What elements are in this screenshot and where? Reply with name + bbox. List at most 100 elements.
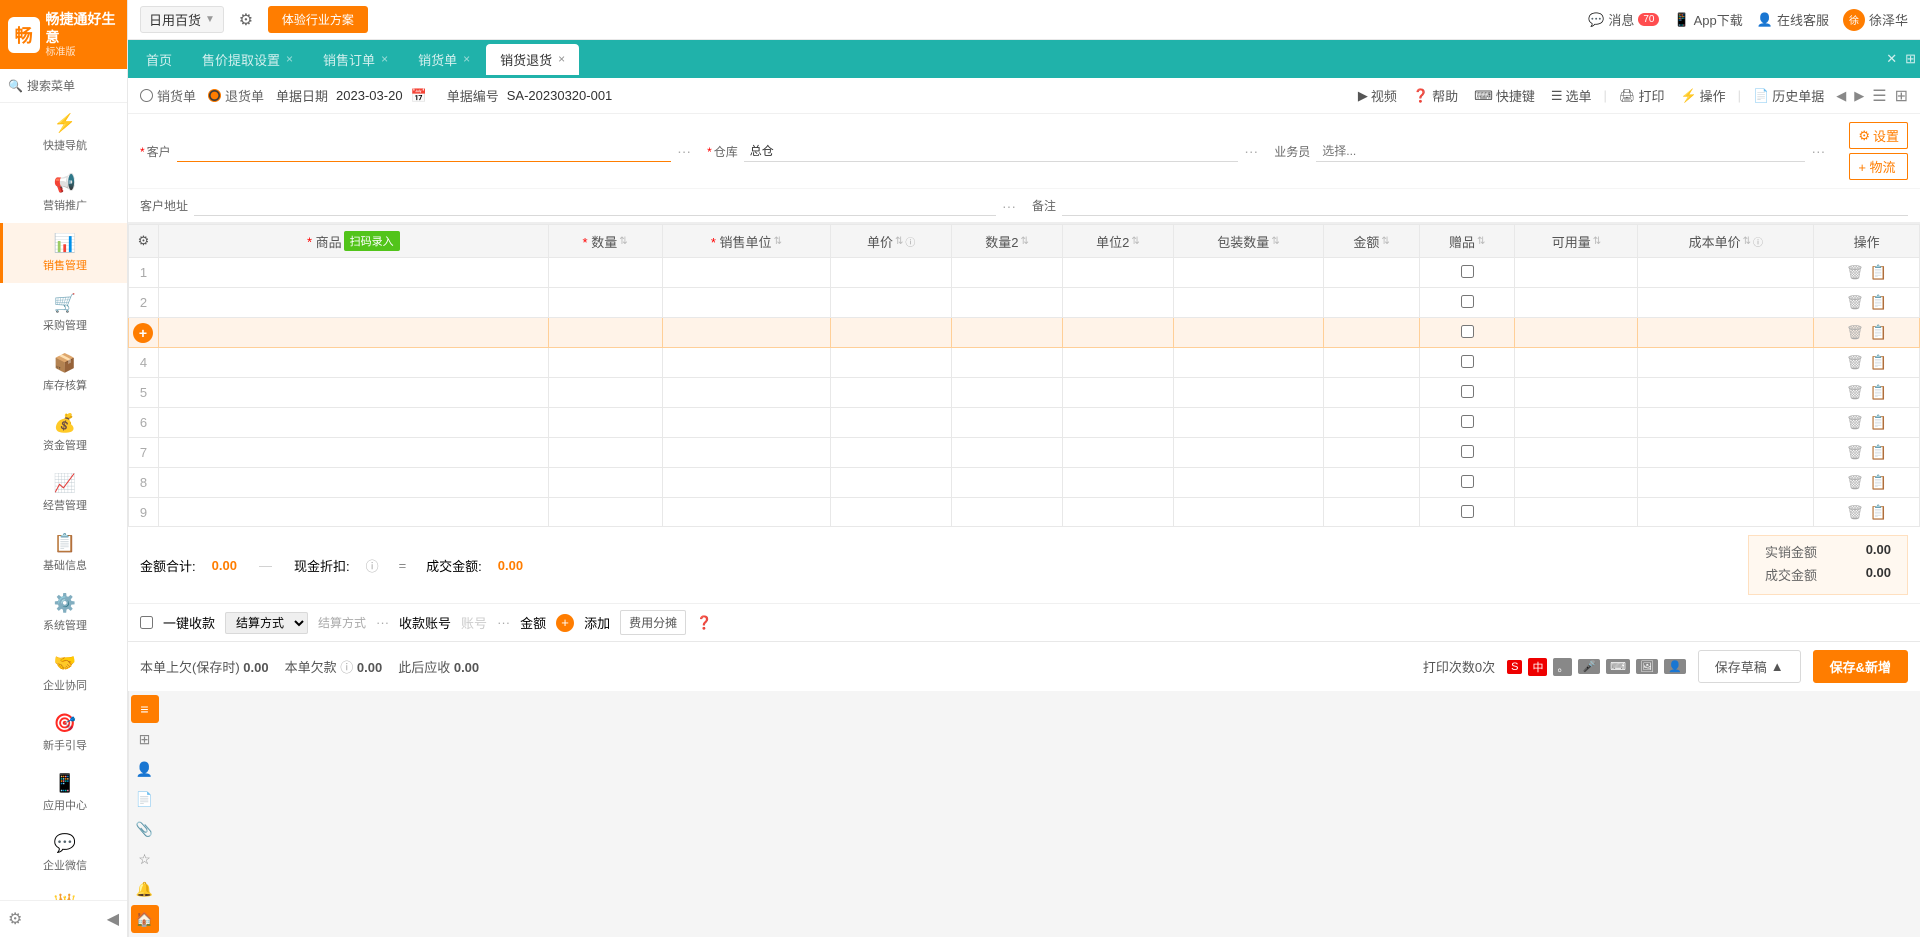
tab-close-all-icon[interactable]: ✕ (1886, 51, 1897, 67)
ime-icon-mic[interactable]: 🎤 (1578, 659, 1600, 674)
sidebar-item-enterprise[interactable]: 🤝 企业协同 (0, 643, 127, 703)
unit-sort[interactable]: 销售单位 ⇅ (720, 232, 782, 251)
delete-icon[interactable]: 🗑 (1846, 384, 1864, 401)
save-draft-btn[interactable]: 保存草稿 ▲ (1698, 650, 1801, 683)
amount-cell[interactable] (1324, 258, 1420, 288)
toolbar-help-btn[interactable]: ❓ 帮助 (1409, 84, 1462, 107)
nav-prev-icon[interactable]: ◀ (1836, 88, 1846, 104)
address-input[interactable] (194, 195, 996, 216)
toolbar-print-btn[interactable]: 🖨 打印 (1615, 84, 1669, 107)
experience-btn[interactable]: 体验行业方案 (268, 6, 368, 33)
unit-cell[interactable] (662, 318, 831, 348)
close-icon[interactable]: × (286, 52, 293, 66)
toolbar-select-btn[interactable]: ☰ 选单 (1547, 84, 1596, 107)
radio-return[interactable]: 退货单 (208, 86, 264, 105)
cost-cell[interactable] (1638, 258, 1814, 288)
available-cell[interactable] (1515, 288, 1638, 318)
close-icon[interactable]: × (558, 52, 565, 66)
split-btn[interactable]: 费用分摊 (620, 610, 686, 635)
sidebar-item-vip[interactable]: 👑 畅会员 (0, 883, 127, 900)
nav-next-icon[interactable]: ▶ (1854, 88, 1864, 104)
delete-icon[interactable]: 🗑 (1846, 474, 1864, 491)
available-cell[interactable] (1515, 318, 1638, 348)
rpanel-icon-doc[interactable]: 📄 (131, 785, 159, 813)
product-cell[interactable] (159, 258, 549, 288)
rpanel-icon-home[interactable]: 🏠 (131, 905, 159, 933)
gift-sort[interactable]: 赠品 ⇅ (1449, 232, 1485, 251)
sidebar-item-guide[interactable]: 🎯 新手引导 (0, 703, 127, 763)
split-help-icon[interactable]: ❓ (696, 615, 712, 631)
col-header-settings[interactable]: ⚙ (129, 225, 159, 258)
tab-sale-price[interactable]: 售价提取设置 × (188, 44, 307, 75)
product-cell[interactable] (159, 288, 549, 318)
ime-icon-zh[interactable]: 中 (1528, 658, 1547, 676)
amount-cell[interactable] (1324, 318, 1420, 348)
sidebar-item-inventory[interactable]: 📦 库存核算 (0, 343, 127, 403)
calc-method-select[interactable]: 结算方式 (225, 612, 308, 634)
add-payment-btn[interactable]: + (556, 614, 574, 632)
ime-icon-punc[interactable]: 。 (1553, 658, 1572, 676)
unit2-cell[interactable] (1062, 318, 1173, 348)
tab-menu-icon[interactable]: ⊞ (1905, 51, 1916, 67)
copy-icon[interactable]: 📋 (1870, 264, 1887, 281)
price-cell[interactable] (831, 288, 952, 318)
staff-picker-icon[interactable]: ··· (1811, 143, 1825, 159)
save-new-btn[interactable]: 保存&新增 (1813, 650, 1908, 683)
view-list-icon[interactable]: ☰ (1872, 86, 1886, 106)
close-icon[interactable]: × (463, 52, 470, 66)
qty2-cell[interactable] (952, 288, 1063, 318)
online-service-btn[interactable]: 👤 在线客服 (1757, 10, 1829, 29)
pkg-cell[interactable] (1173, 258, 1323, 288)
sidebar-item-system[interactable]: ⚙️ 系统管理 (0, 583, 127, 643)
rpanel-icon-attach[interactable]: 📎 (131, 815, 159, 843)
delete-icon[interactable]: 🗑 (1846, 444, 1864, 461)
toolbar-shortcut-btn[interactable]: ⌨ 快捷键 (1470, 84, 1539, 107)
rpanel-icon-grid[interactable]: ⊞ (131, 725, 159, 753)
ime-icon-s[interactable]: S (1507, 660, 1522, 674)
sidebar-item-basic-info[interactable]: 📋 基础信息 (0, 523, 127, 583)
customer-picker-icon[interactable]: ··· (677, 143, 691, 159)
copy-icon[interactable]: 📋 (1870, 474, 1887, 491)
gift-cell[interactable] (1419, 258, 1515, 288)
copy-icon[interactable]: 📋 (1870, 444, 1887, 461)
radio-sale-input[interactable] (140, 89, 153, 102)
radio-sale[interactable]: 销货单 (140, 86, 196, 105)
tab-sale-return[interactable]: 销货退货 × (486, 44, 579, 75)
account-picker-icon[interactable]: ··· (376, 615, 389, 630)
sidebar-item-operations[interactable]: 📈 经营管理 (0, 463, 127, 523)
qty-sort[interactable]: 数量 ⇅ (591, 232, 627, 251)
sidebar-item-sales[interactable]: 📊 销售管理 (0, 223, 127, 283)
ime-icon-kb[interactable]: ⌨ (1606, 659, 1630, 674)
unit2-cell[interactable] (1062, 258, 1173, 288)
radio-return-input[interactable] (208, 89, 221, 102)
rpanel-icon-list[interactable]: ≡ (131, 695, 159, 723)
close-icon[interactable]: × (381, 52, 388, 66)
delete-icon[interactable]: 🗑 (1846, 414, 1864, 431)
toolbar-history-btn[interactable]: 📄 历史单据 (1749, 84, 1828, 107)
sidebar-item-quick-nav[interactable]: ⚡ 快捷导航 (0, 103, 127, 163)
settings-btn[interactable]: ⚙ 设置 (1849, 122, 1908, 149)
delete-icon[interactable]: 🗑 (1846, 324, 1864, 341)
gift-cell[interactable] (1419, 288, 1515, 318)
qty2-cell[interactable] (952, 258, 1063, 288)
sidebar-item-marketing[interactable]: 📢 营销推广 (0, 163, 127, 223)
rpanel-icon-star[interactable]: ☆ (131, 845, 159, 873)
delete-icon[interactable]: 🗑 (1846, 504, 1864, 521)
copy-icon[interactable]: 📋 (1870, 324, 1887, 341)
price-cell[interactable] (831, 258, 952, 288)
help-inline-icon[interactable]: ⓘ (340, 660, 353, 675)
ime-icon-img[interactable]: 🖼 (1636, 659, 1658, 674)
price-sort[interactable]: 单价 ⇅ ⓘ (867, 232, 915, 251)
pkg-sort[interactable]: 包装数量 ⇅ (1217, 232, 1279, 251)
price-cell[interactable] (831, 318, 952, 348)
search-menu[interactable]: 🔍 搜索菜单 (0, 69, 127, 103)
product-cell-active[interactable] (159, 318, 549, 348)
unit-cell[interactable] (662, 288, 831, 318)
delete-icon[interactable]: 🗑 (1846, 354, 1864, 371)
available-cell[interactable] (1515, 258, 1638, 288)
cost-cell[interactable] (1638, 288, 1814, 318)
cost-sort[interactable]: 成本单价 ⇅ ⓘ (1689, 232, 1763, 251)
print-count-label[interactable]: 打印次数0次 (1423, 657, 1495, 676)
add-row-btn[interactable]: + (133, 323, 153, 343)
app-download-btn[interactable]: 📱 App下载 (1673, 10, 1742, 29)
